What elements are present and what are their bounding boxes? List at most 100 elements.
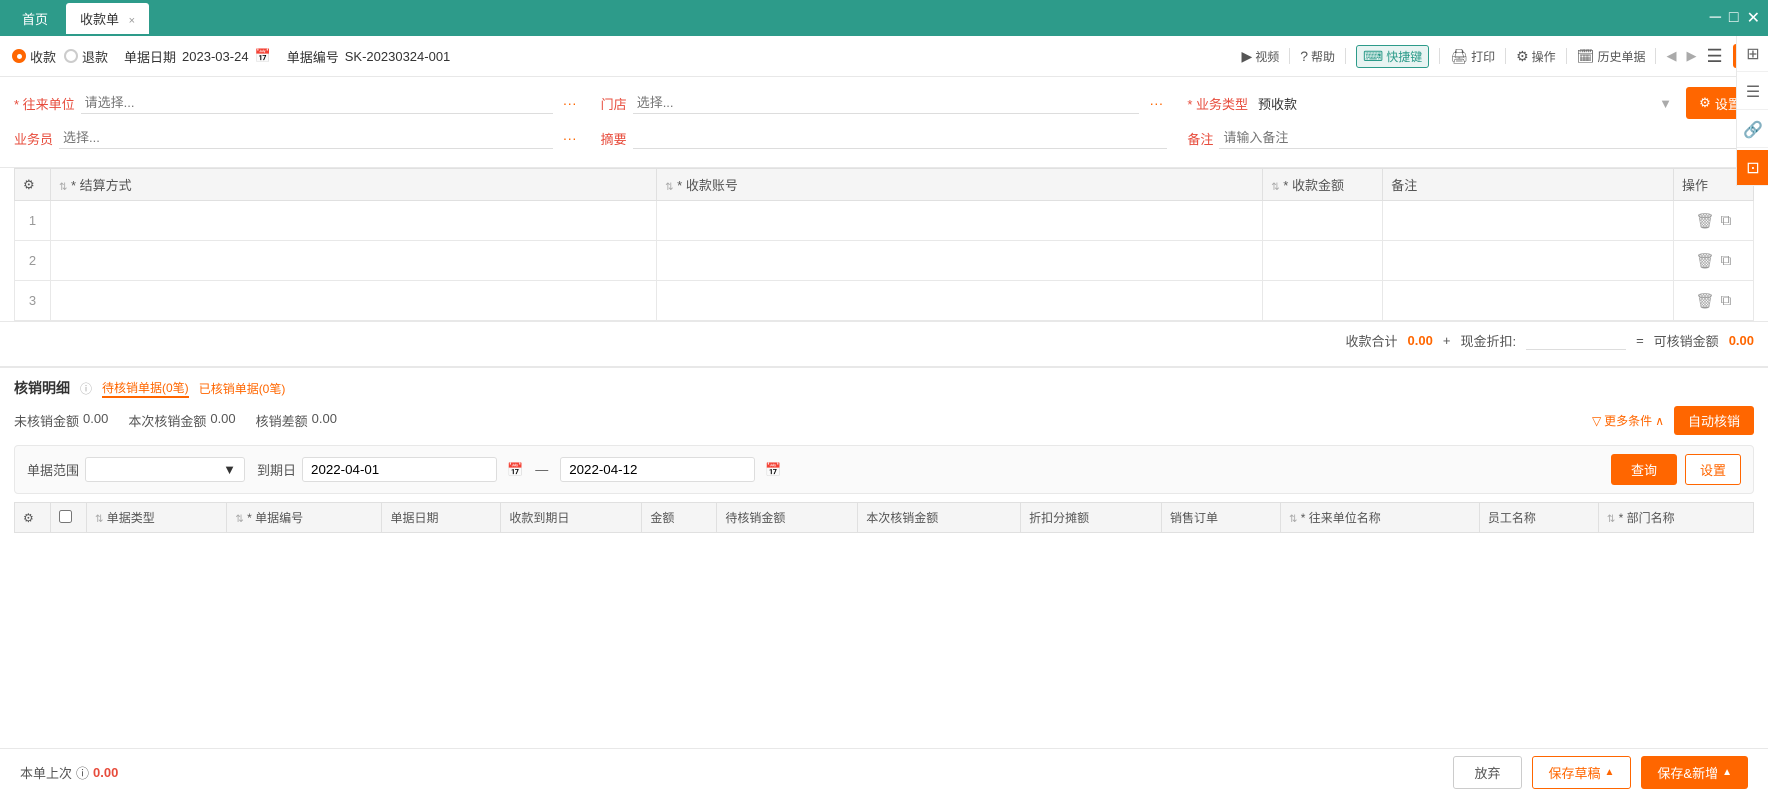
account-cell-3[interactable]: [657, 281, 1263, 321]
settlement-cell-2[interactable]: [51, 241, 657, 281]
abandon-btn[interactable]: 放弃: [1453, 756, 1521, 789]
copy-btn-1[interactable]: ⧉: [1721, 212, 1732, 230]
right-sidebar-btn-1[interactable]: ⊞: [1737, 36, 1768, 72]
delete-btn-3[interactable]: 🗑: [1696, 292, 1715, 310]
tab-home[interactable]: 首页: [8, 3, 62, 34]
biz-type-dropdown-icon[interactable]: ▼: [1659, 96, 1672, 111]
amount-cell-3[interactable]: [1263, 281, 1383, 321]
diff-amount: 核销差额 0.00: [256, 411, 337, 430]
verifiable-value: 0.00: [1729, 333, 1754, 348]
radio-refund-circle: [64, 49, 78, 63]
bottom-col-employee: 员工名称: [1479, 503, 1598, 533]
shortcut-btn[interactable]: ⌨ 快捷键: [1356, 45, 1429, 68]
operation-btn[interactable]: ⚙ 操作: [1516, 48, 1556, 65]
range-select[interactable]: ▼: [85, 457, 245, 482]
salesman-input[interactable]: [59, 127, 553, 149]
due-date-from[interactable]: [302, 457, 497, 482]
tab-bar-right: ─ □ ✕: [1710, 8, 1760, 28]
save-draft-btn[interactable]: 保存草稿 ▲: [1532, 756, 1632, 789]
partner-more-btn[interactable]: ···: [559, 95, 581, 111]
select-all-checkbox[interactable]: [59, 510, 72, 523]
calendar-to-icon[interactable]: 📅: [765, 462, 781, 478]
done-tab[interactable]: 已核销单据(0笔): [199, 380, 286, 397]
date-value[interactable]: 2023-03-24: [182, 49, 249, 64]
copy-btn-3[interactable]: ⧉: [1721, 292, 1732, 310]
remark-cell-1[interactable]: [1383, 201, 1674, 241]
remark-input[interactable]: [1219, 127, 1754, 149]
bottom-col-config[interactable]: ⚙: [15, 503, 51, 533]
col-amount-header: ⇅ * 收款金额: [1263, 169, 1383, 201]
settlement-cell-1[interactable]: [51, 201, 657, 241]
store-more-btn[interactable]: ···: [1145, 95, 1167, 111]
radio-receipt[interactable]: 收款: [12, 47, 56, 66]
video-btn[interactable]: ▶ 视频: [1241, 48, 1279, 65]
right-sidebar-btn-4[interactable]: ⊡: [1737, 150, 1768, 186]
remark-cell-3[interactable]: [1383, 281, 1674, 321]
bottom-bar: 本单上次 ⓘ 0.00 放弃 保存草稿 ▲ 保存&新增 ▲: [0, 748, 1768, 796]
bottom-info: 本单上次 ⓘ 0.00: [20, 763, 118, 782]
save-draft-caret: ▲: [1605, 767, 1615, 778]
copy-btn-2[interactable]: ⧉: [1721, 252, 1732, 270]
filter-setting-btn[interactable]: 设置: [1685, 454, 1741, 485]
sort-icon-amount: ⇅: [1271, 182, 1279, 193]
bottom-amount: 0.00: [93, 765, 118, 780]
print-btn[interactable]: 🖨 打印: [1450, 48, 1495, 65]
col-config-header[interactable]: ⚙: [15, 169, 51, 201]
window-close[interactable]: ✕: [1747, 8, 1760, 28]
verification-section: 核销明细 ⓘ 待核销单据(0笔) 已核销单据(0笔) 未核销金额 0.00 本次…: [0, 366, 1768, 543]
partner-input[interactable]: [81, 92, 553, 114]
nav-prev-icon[interactable]: ◀: [1666, 48, 1676, 64]
discount-input[interactable]: [1526, 330, 1626, 350]
amount-cell-1[interactable]: [1263, 201, 1383, 241]
bottom-info-icon[interactable]: ⓘ: [76, 763, 89, 782]
pending-tab[interactable]: 待核销单据(0笔): [102, 379, 189, 398]
store-input[interactable]: [633, 92, 1140, 114]
window-maximize[interactable]: □: [1729, 9, 1739, 27]
right-sidebar-btn-3[interactable]: 🔗: [1737, 112, 1768, 148]
query-btn[interactable]: 查询: [1611, 454, 1677, 485]
table-footer: 收款合计 0.00 + 现金折扣: = 可核销金额 0.00: [0, 321, 1768, 358]
toolbar: 收款 退款 单据日期 2023-03-24 📅 单据编号 SK-20230324…: [0, 36, 1768, 77]
partner-label: * 往来单位: [14, 94, 75, 113]
sidebar-icon-4: ⊡: [1746, 158, 1759, 178]
amount-cell-2[interactable]: [1263, 241, 1383, 281]
row-num-1: 1: [15, 201, 51, 241]
tab-receipt[interactable]: 收款单 ×: [66, 3, 149, 34]
col-settlement-header: ⇅ * 结算方式: [51, 169, 657, 201]
salesman-more-btn[interactable]: ···: [559, 130, 581, 146]
filter-row: 单据范围 ▼ 到期日 📅 — 📅 查询 设置: [14, 445, 1754, 494]
due-date-label: 到期日: [257, 460, 296, 479]
bottom-col-discount: 折扣分摊额: [1021, 503, 1162, 533]
calendar-from-icon[interactable]: 📅: [507, 462, 523, 478]
save-new-btn[interactable]: 保存&新增 ▲: [1641, 756, 1748, 789]
calendar-icon[interactable]: 📅: [255, 48, 271, 64]
right-sidebar-btn-2[interactable]: ☰: [1737, 74, 1768, 110]
bottom-col-dept: ⇅ * 部门名称: [1598, 503, 1753, 533]
menu-icon[interactable]: ☰: [1706, 46, 1722, 67]
tab-close-btn[interactable]: ×: [129, 15, 135, 27]
due-date-to[interactable]: [560, 457, 755, 482]
sum-label1: 收款合计: [1346, 331, 1398, 350]
nav-next-icon[interactable]: ▶: [1686, 48, 1696, 64]
account-cell-2[interactable]: [657, 241, 1263, 281]
history-icon: 🗓: [1577, 48, 1595, 65]
settlement-cell-3[interactable]: [51, 281, 657, 321]
more-filter-btn[interactable]: ▽ 更多条件 ∧: [1592, 412, 1664, 429]
delete-btn-1[interactable]: 🗑: [1696, 212, 1715, 230]
summary-input[interactable]: [633, 127, 1168, 149]
sort-icon-account: ⇅: [665, 182, 673, 193]
action-cell-1: 🗑 ⧉: [1674, 201, 1754, 241]
info-icon[interactable]: ⓘ: [80, 380, 92, 397]
number-value[interactable]: SK-20230324-001: [345, 49, 451, 64]
delete-btn-2[interactable]: 🗑: [1696, 252, 1715, 270]
salesman-label: 业务员: [14, 129, 53, 148]
account-cell-1[interactable]: [657, 201, 1263, 241]
auto-verify-btn[interactable]: 自动核销: [1674, 406, 1754, 435]
summary-label: 摘要: [601, 129, 627, 148]
radio-refund[interactable]: 退款: [64, 47, 108, 66]
help-btn[interactable]: ? 帮助: [1300, 48, 1335, 65]
remark-cell-2[interactable]: [1383, 241, 1674, 281]
bottom-col-check[interactable]: [51, 503, 87, 533]
history-btn[interactable]: 🗓 历史单据: [1577, 48, 1646, 65]
window-minimize[interactable]: ─: [1710, 9, 1721, 27]
